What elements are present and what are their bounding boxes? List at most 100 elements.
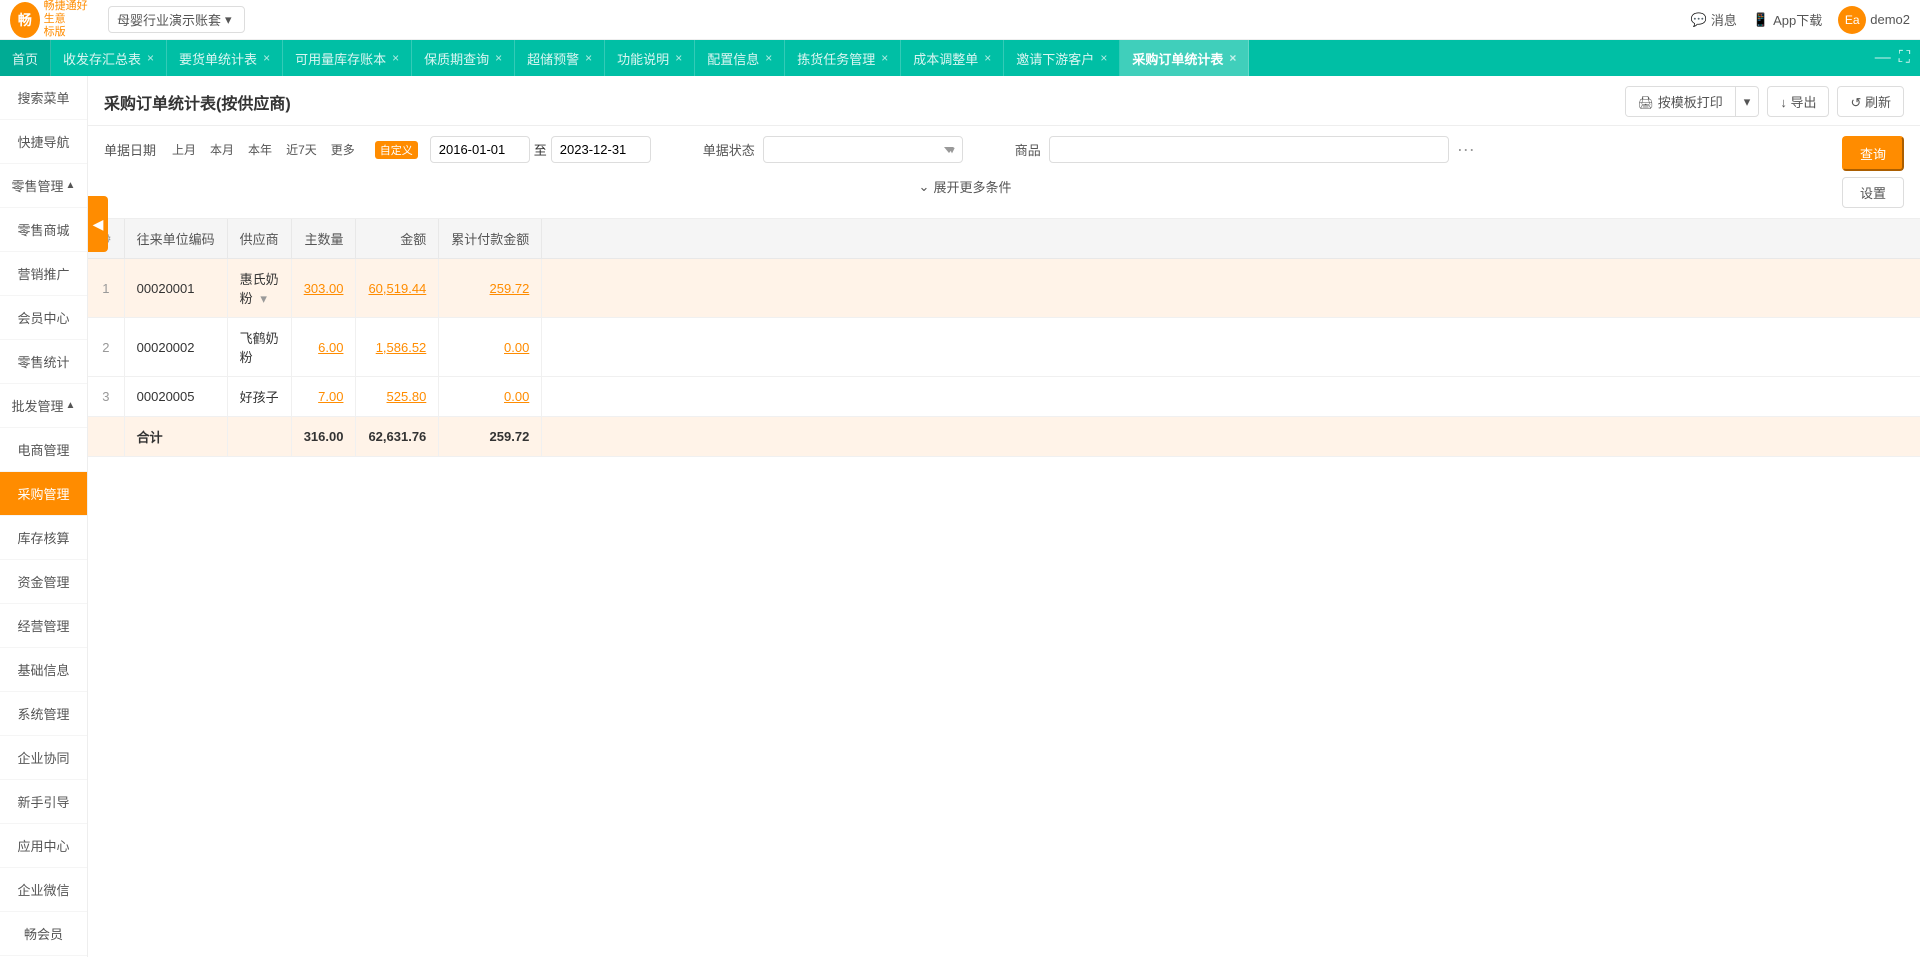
tab-4[interactable]: 保质期查询 × bbox=[412, 40, 515, 76]
settings-filter-btn[interactable]: 设置 bbox=[1842, 177, 1904, 208]
sidebar-item-wechat[interactable]: 企业微信 bbox=[0, 868, 87, 912]
row-index: 3 bbox=[88, 377, 124, 417]
date-label: 单据日期 bbox=[104, 140, 156, 159]
sidebar-item-app-center[interactable]: 应用中心 bbox=[0, 824, 87, 868]
sidebar-item-member2[interactable]: 畅会员 bbox=[0, 912, 87, 956]
sidebar-item-search[interactable]: 搜索菜单 bbox=[0, 76, 87, 120]
row-qty[interactable]: 303.00 bbox=[291, 259, 356, 318]
message-btn[interactable]: 💬 消息 bbox=[1691, 10, 1737, 29]
main-content: 采购订单统计表(按供应商) 🖨 按模板打印 ▾ ↓ 导出 ↺ bbox=[88, 76, 1920, 957]
tab-11[interactable]: 采购订单统计表 × bbox=[1120, 40, 1249, 76]
minimize-icon[interactable]: — bbox=[1875, 49, 1891, 67]
table-row: 2 00020002 飞鹤奶粉 6.00 bbox=[88, 318, 1920, 377]
footer-extra bbox=[542, 417, 1920, 457]
th-supplier: 供应商 bbox=[227, 219, 291, 259]
tab-home[interactable]: 首页 bbox=[0, 40, 51, 76]
date-from-input[interactable] bbox=[430, 136, 530, 163]
goods-input[interactable] bbox=[1049, 136, 1449, 163]
row-paid[interactable]: 259.72 bbox=[439, 259, 542, 318]
date-shortcut-last-month[interactable]: 上月 bbox=[168, 139, 200, 160]
close-icon[interactable]: × bbox=[392, 51, 399, 65]
date-shortcut-7days[interactable]: 近7天 bbox=[282, 139, 321, 160]
date-shortcut-this-year[interactable]: 本年 bbox=[244, 139, 276, 160]
row-supplier: 飞鹤奶粉 bbox=[227, 318, 291, 377]
export-icon: ↓ bbox=[1780, 95, 1787, 110]
row-amount[interactable]: 60,519.44 bbox=[356, 259, 439, 318]
search-btn[interactable]: 查询 bbox=[1842, 136, 1904, 171]
top-right: 💬 消息 📱 App下载 Ea demo2 bbox=[1691, 6, 1910, 34]
page-header: 采购订单统计表(按供应商) 🖨 按模板打印 ▾ ↓ 导出 ↺ bbox=[88, 76, 1920, 126]
sidebar-item-finance[interactable]: 资金管理 bbox=[0, 560, 87, 604]
print-dropdown-btn[interactable]: ▾ bbox=[1736, 89, 1759, 115]
tab-2[interactable]: 要货单统计表 × bbox=[167, 40, 283, 76]
close-icon[interactable]: × bbox=[1229, 51, 1236, 65]
date-to-input[interactable] bbox=[551, 136, 651, 163]
close-icon[interactable]: × bbox=[495, 51, 502, 65]
sidebar-item-guide[interactable]: 新手引导 bbox=[0, 780, 87, 824]
chevron-icon: ▲ bbox=[66, 180, 76, 191]
tab-3[interactable]: 可用量库存账本 × bbox=[283, 40, 412, 76]
tab-7[interactable]: 配置信息 × bbox=[695, 40, 785, 76]
sidebar-item-inventory[interactable]: 库存核算 bbox=[0, 516, 87, 560]
sidebar-item-enterprise[interactable]: 企业协同 bbox=[0, 736, 87, 780]
close-icon[interactable]: × bbox=[147, 51, 154, 65]
row-paid[interactable]: 0.00 bbox=[439, 318, 542, 377]
tab-9[interactable]: 成本调整单 × bbox=[901, 40, 1004, 76]
goods-more-btn[interactable]: ··· bbox=[1457, 139, 1475, 160]
row-paid[interactable]: 0.00 bbox=[439, 377, 542, 417]
close-icon[interactable]: × bbox=[881, 51, 888, 65]
row-index: 1 bbox=[88, 259, 124, 318]
workspace-selector[interactable]: 母婴行业演示账套 ▾ bbox=[108, 6, 245, 33]
close-icon[interactable]: × bbox=[585, 51, 592, 65]
date-shortcut-more[interactable]: 更多 bbox=[327, 139, 359, 160]
footer-paid: 259.72 bbox=[439, 417, 542, 457]
filter-action-btns: 查询 设置 bbox=[1842, 136, 1904, 208]
tab-5[interactable]: 超储预警 × bbox=[515, 40, 605, 76]
sidebar-item-operations[interactable]: 经营管理 bbox=[0, 604, 87, 648]
row-qty[interactable]: 7.00 bbox=[291, 377, 356, 417]
refresh-btn[interactable]: ↺ 刷新 bbox=[1837, 86, 1904, 117]
tab-10[interactable]: 邀请下游客户 × bbox=[1004, 40, 1120, 76]
sidebar-item-ecommerce[interactable]: 电商管理 bbox=[0, 428, 87, 472]
nav-tabs: 首页 收发存汇总表 × 要货单统计表 × 可用量库存账本 × 保质期查询 × 超… bbox=[0, 40, 1920, 76]
row-code: 00020005 bbox=[124, 377, 227, 417]
expand-more-btn[interactable]: ⌄ 展开更多条件 bbox=[913, 171, 1018, 202]
footer-label: 合计 bbox=[124, 417, 227, 457]
close-icon[interactable]: × bbox=[765, 51, 772, 65]
print-icon: 🖨 bbox=[1638, 95, 1655, 110]
maximize-icon[interactable]: ⛶ bbox=[1899, 49, 1910, 67]
header-buttons: 🖨 按模板打印 ▾ ↓ 导出 ↺ 刷新 bbox=[1625, 86, 1904, 117]
close-icon[interactable]: × bbox=[1100, 51, 1107, 65]
sidebar-item-purchase[interactable]: 采购管理 bbox=[0, 472, 87, 516]
sidebar-collapse-btn[interactable]: ◀ bbox=[88, 196, 108, 252]
app-download-btn[interactable]: 📱 App下载 bbox=[1753, 10, 1822, 29]
close-icon[interactable]: × bbox=[263, 51, 270, 65]
export-btn[interactable]: ↓ 导出 bbox=[1767, 86, 1829, 117]
sidebar-item-basic-info[interactable]: 基础信息 bbox=[0, 648, 87, 692]
close-icon[interactable]: × bbox=[984, 51, 991, 65]
row-amount[interactable]: 1,586.52 bbox=[356, 318, 439, 377]
row-code: 00020002 bbox=[124, 318, 227, 377]
user-area[interactable]: Ea demo2 bbox=[1838, 6, 1910, 34]
sidebar-item-wholesale[interactable]: 批发管理 ▲ bbox=[0, 384, 87, 428]
print-btn[interactable]: 🖨 按模板打印 bbox=[1626, 87, 1736, 116]
row-qty[interactable]: 6.00 bbox=[291, 318, 356, 377]
th-code: 往来单位编码 bbox=[124, 219, 227, 259]
tab-1[interactable]: 收发存汇总表 × bbox=[51, 40, 167, 76]
date-shortcut-this-month[interactable]: 本月 bbox=[206, 139, 238, 160]
sidebar-item-retail-stats[interactable]: 零售统计 bbox=[0, 340, 87, 384]
tab-8[interactable]: 拣货任务管理 × bbox=[785, 40, 901, 76]
sidebar-item-system[interactable]: 系统管理 bbox=[0, 692, 87, 736]
expand-icon[interactable]: ▾ bbox=[260, 291, 267, 306]
sidebar-item-marketing[interactable]: 营销推广 bbox=[0, 252, 87, 296]
sidebar-item-member[interactable]: 会员中心 bbox=[0, 296, 87, 340]
th-extra bbox=[542, 219, 1920, 259]
table-row: 1 00020001 惠氏奶粉 ▾ 303.00 bbox=[88, 259, 1920, 318]
row-amount[interactable]: 525.80 bbox=[356, 377, 439, 417]
status-select[interactable] bbox=[763, 136, 963, 163]
tab-6[interactable]: 功能说明 × bbox=[605, 40, 695, 76]
sidebar-item-quick-nav[interactable]: 快捷导航 bbox=[0, 120, 87, 164]
sidebar-item-retail-mgmt[interactable]: 零售管理 ▲ bbox=[0, 164, 87, 208]
close-icon[interactable]: × bbox=[675, 51, 682, 65]
sidebar-item-retail-mall[interactable]: 零售商城 bbox=[0, 208, 87, 252]
